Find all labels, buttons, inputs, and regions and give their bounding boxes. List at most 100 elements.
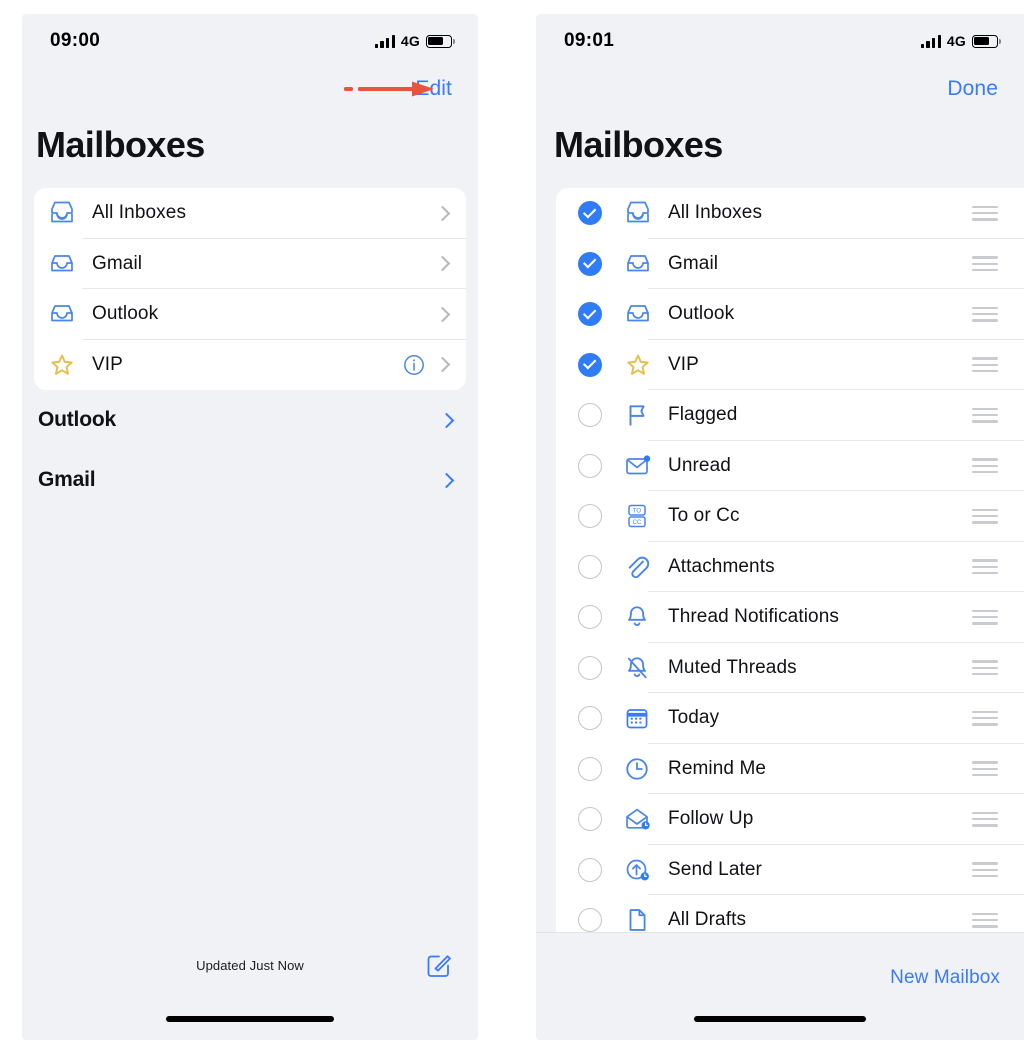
right-phone-screen: 09:01 4G Done Mailboxes All Inboxes Gmai… — [536, 14, 1024, 1040]
account-label: Outlook — [38, 408, 116, 431]
send-later-icon — [624, 857, 658, 883]
table-row[interactable]: Flagged — [556, 390, 1024, 441]
flag-icon — [624, 402, 658, 428]
vip-info-button[interactable] — [403, 354, 425, 376]
status-indicators: 4G — [374, 33, 456, 49]
table-row-label: Remind Me — [668, 757, 767, 779]
checkbox-checked[interactable] — [578, 352, 602, 377]
svg-text:CC: CC — [633, 520, 642, 526]
svg-text:TO: TO — [633, 509, 642, 515]
reorder-handle-icon[interactable] — [972, 811, 998, 827]
reorder-handle-icon[interactable] — [972, 458, 998, 474]
checkbox-unchecked[interactable] — [578, 857, 602, 882]
reorder-handle-icon[interactable] — [972, 761, 998, 777]
inbox-tray-icon — [48, 301, 82, 327]
table-row[interactable]: Today — [556, 693, 1024, 744]
table-row-label: All Drafts — [668, 909, 747, 931]
chevron-right-icon — [438, 472, 455, 488]
table-row-label: Gmail — [668, 252, 719, 274]
list-item-label: Gmail — [92, 252, 143, 274]
status-bar-right: 09:01 4G — [536, 14, 1024, 68]
mailbox-edit-list-card: All Inboxes Gmail Outlook VIP Flagged Un… — [556, 188, 1024, 946]
table-row[interactable]: Muted Threads — [556, 643, 1024, 693]
list-item-label: All Inboxes — [92, 202, 187, 224]
reorder-handle-icon[interactable] — [972, 508, 998, 524]
list-item-label: Outlook — [92, 303, 159, 325]
reorder-handle-icon[interactable] — [972, 559, 998, 575]
checkbox-unchecked[interactable] — [578, 908, 602, 933]
chevron-right-icon — [434, 306, 451, 323]
checkbox-unchecked[interactable] — [578, 605, 602, 630]
table-row[interactable]: Unread — [556, 441, 1024, 491]
account-label: Gmail — [38, 468, 96, 491]
edit-button[interactable]: Edit — [415, 77, 452, 101]
table-row[interactable]: Gmail — [556, 239, 1024, 289]
chevron-right-icon — [438, 412, 455, 428]
account-section-outlook[interactable]: Outlook — [22, 390, 478, 450]
checkbox-unchecked[interactable] — [578, 453, 602, 478]
table-row[interactable]: Remind Me — [556, 744, 1024, 794]
table-row-label: Outlook — [668, 303, 735, 325]
network-type-label: 4G — [946, 33, 966, 49]
account-section-gmail[interactable]: Gmail — [22, 450, 478, 510]
reorder-handle-icon[interactable] — [972, 306, 998, 322]
table-row[interactable]: Attachments — [556, 542, 1024, 592]
list-item[interactable]: VIP — [34, 340, 466, 391]
checkbox-unchecked[interactable] — [578, 504, 602, 529]
table-row-label: Send Later — [668, 858, 762, 880]
checkbox-unchecked[interactable] — [578, 807, 602, 832]
table-row-label: Unread — [668, 454, 731, 476]
page-title: Mailboxes — [36, 124, 205, 165]
reorder-handle-icon[interactable] — [972, 609, 998, 625]
reorder-handle-icon[interactable] — [972, 205, 998, 221]
reorder-handle-icon[interactable] — [972, 660, 998, 676]
table-row[interactable]: All Inboxes — [556, 188, 1024, 239]
list-item[interactable]: Outlook — [34, 289, 466, 340]
inbox-tray-icon — [624, 251, 658, 277]
draft-page-icon — [624, 907, 658, 933]
chevron-right-icon — [434, 255, 451, 272]
table-row[interactable]: VIP — [556, 340, 1024, 390]
checkbox-checked[interactable] — [578, 251, 602, 276]
table-row-label: VIP — [668, 353, 699, 375]
checkbox-checked[interactable] — [578, 302, 602, 327]
unread-envelope-icon — [624, 453, 658, 479]
reorder-handle-icon[interactable] — [972, 710, 998, 726]
list-item[interactable]: All Inboxes — [34, 188, 466, 239]
table-row[interactable]: Follow Up — [556, 794, 1024, 845]
checkbox-unchecked[interactable] — [578, 655, 602, 680]
chevron-right-icon — [434, 356, 451, 373]
checkbox-unchecked[interactable] — [578, 554, 602, 579]
table-row-label: Thread Notifications — [668, 606, 839, 628]
new-mailbox-button[interactable]: New Mailbox — [890, 967, 1000, 989]
reorder-handle-icon[interactable] — [972, 862, 998, 878]
table-row-label: Muted Threads — [668, 656, 797, 678]
nav-bar-right: Done — [536, 68, 1024, 110]
list-item[interactable]: Gmail — [34, 239, 466, 289]
table-row[interactable]: Outlook — [556, 289, 1024, 340]
table-row[interactable]: TO CC To or Cc — [556, 491, 1024, 542]
compose-icon[interactable] — [426, 952, 452, 983]
nav-bar-left: Edit — [22, 68, 478, 110]
inbox-tray-icon — [48, 251, 82, 277]
checkbox-unchecked[interactable] — [578, 706, 602, 731]
to-or-cc-icon: TO CC — [624, 503, 658, 529]
reorder-handle-icon[interactable] — [972, 407, 998, 423]
status-time: 09:01 — [564, 30, 615, 51]
checkbox-unchecked[interactable] — [578, 403, 602, 428]
checkbox-unchecked[interactable] — [578, 756, 602, 781]
update-status-text: Updated Just Now — [196, 958, 304, 973]
done-button[interactable]: Done — [947, 77, 998, 101]
paperclip-icon — [624, 554, 658, 580]
page-title: Mailboxes — [554, 124, 723, 165]
calendar-icon — [624, 705, 658, 731]
battery-icon — [972, 34, 1002, 48]
reorder-handle-icon[interactable] — [972, 357, 998, 373]
table-row-label: Attachments — [668, 555, 775, 577]
checkbox-checked[interactable] — [578, 201, 602, 226]
table-row[interactable]: Thread Notifications — [556, 592, 1024, 643]
network-type-label: 4G — [400, 33, 420, 49]
reorder-handle-icon[interactable] — [972, 912, 998, 928]
reorder-handle-icon[interactable] — [972, 256, 998, 272]
table-row[interactable]: Send Later — [556, 845, 1024, 895]
